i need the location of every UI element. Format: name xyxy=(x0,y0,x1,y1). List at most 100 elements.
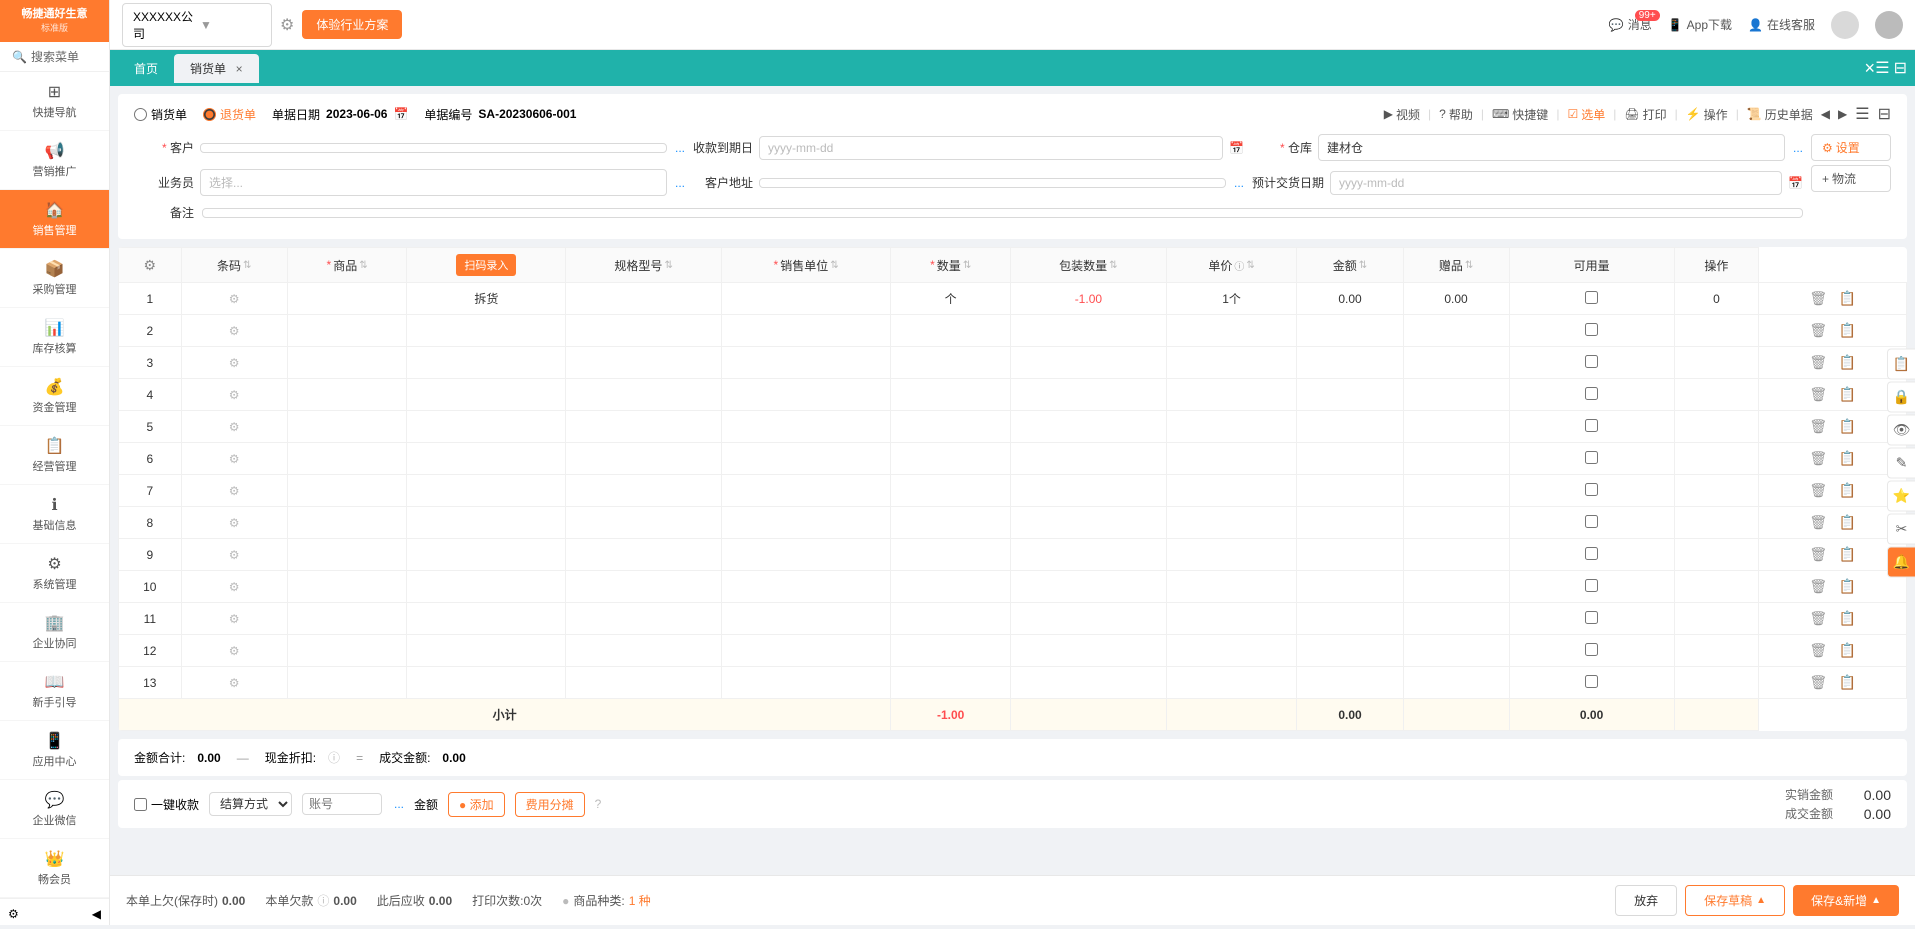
action-history[interactable]: 📜历史单据 xyxy=(1747,106,1813,123)
cell-spec[interactable] xyxy=(721,667,890,699)
nav-next-icon[interactable]: ▶ xyxy=(1838,107,1847,121)
cell-product[interactable] xyxy=(407,443,566,475)
cell-barcode[interactable] xyxy=(287,379,407,411)
cell-qty[interactable] xyxy=(1011,507,1167,539)
cell-gift[interactable] xyxy=(1509,379,1674,411)
action-print[interactable]: 🖨打印 xyxy=(1624,106,1666,123)
cell-unit[interactable] xyxy=(891,635,1011,667)
sidebar-item-wechat[interactable]: 💬 企业微信 xyxy=(0,780,109,839)
customer-input[interactable] xyxy=(200,143,667,153)
cell-gift[interactable] xyxy=(1509,475,1674,507)
gift-checkbox[interactable] xyxy=(1585,515,1598,528)
sidebar-item-operation[interactable]: 📋 经营管理 xyxy=(0,426,109,485)
cell-barcode[interactable] xyxy=(287,603,407,635)
cell-unit[interactable] xyxy=(891,443,1011,475)
cell-gift[interactable] xyxy=(1509,539,1674,571)
radio-input-return[interactable] xyxy=(203,108,216,121)
customer-addr-dots-btn[interactable]: ... xyxy=(1234,176,1244,190)
settings-gear-button[interactable]: ⚙ xyxy=(280,15,294,35)
table-scroll[interactable]: ⚙ 条码⇅ *商品⇅ 扫码录入 规格型号⇅ *销售单位⇅ *数量⇅ 包装数量⇅ … xyxy=(118,247,1907,731)
cell-barcode[interactable] xyxy=(287,539,407,571)
cell-pkg-qty[interactable] xyxy=(1166,379,1297,411)
copy-row-btn[interactable]: 📋 xyxy=(1834,608,1859,629)
view-list-icon[interactable]: ☰ xyxy=(1875,58,1889,78)
delete-row-btn[interactable]: 🗑 xyxy=(1805,416,1831,437)
row-config-icon[interactable]: ⚙ xyxy=(229,548,240,562)
customer-addr-input[interactable] xyxy=(759,178,1226,188)
discount-info-icon[interactable]: ⓘ xyxy=(328,749,340,766)
gift-checkbox[interactable] xyxy=(1585,323,1598,336)
list-view-icon[interactable]: ☰ xyxy=(1855,104,1869,124)
cell-barcode[interactable] xyxy=(287,571,407,603)
gift-checkbox[interactable] xyxy=(1585,611,1598,624)
cell-pkg-qty[interactable] xyxy=(1166,443,1297,475)
cell-gift[interactable] xyxy=(1509,571,1674,603)
row-config-icon[interactable]: ⚙ xyxy=(229,324,240,338)
cell-product[interactable] xyxy=(407,379,566,411)
row-config-icon[interactable]: ⚙ xyxy=(229,292,240,306)
cell-barcode[interactable] xyxy=(287,667,407,699)
delete-row-btn[interactable]: 🗑 xyxy=(1805,480,1831,501)
cell-gift[interactable] xyxy=(1509,667,1674,699)
float-btn-2[interactable]: 🔒 xyxy=(1887,381,1915,412)
user-avatar[interactable] xyxy=(1831,11,1859,39)
cell-qty[interactable] xyxy=(1011,635,1167,667)
expected-date-calendar-icon[interactable]: 📅 xyxy=(1788,176,1803,190)
cell-spec[interactable] xyxy=(721,507,890,539)
gift-checkbox[interactable] xyxy=(1585,547,1598,560)
salesperson-dots-btn[interactable]: ... xyxy=(675,176,685,190)
delete-row-btn[interactable]: 🗑 xyxy=(1805,640,1831,661)
cell-amount[interactable] xyxy=(1403,379,1509,411)
gift-checkbox[interactable] xyxy=(1585,483,1598,496)
cell-gift[interactable] xyxy=(1509,507,1674,539)
cell-product[interactable] xyxy=(407,667,566,699)
row-config-icon[interactable]: ⚙ xyxy=(229,580,240,594)
expected-date-input[interactable]: yyyy-mm-dd xyxy=(1330,171,1782,195)
warehouse-dots-btn[interactable]: ... xyxy=(1793,141,1803,155)
float-btn-7[interactable]: 🔔 xyxy=(1887,546,1915,577)
close-all-tabs-icon[interactable]: × xyxy=(1864,58,1875,79)
discard-button[interactable]: 放弃 xyxy=(1615,885,1677,916)
copy-row-btn[interactable]: 📋 xyxy=(1834,352,1859,373)
cell-spec[interactable] xyxy=(721,635,890,667)
cell-pkg-qty[interactable] xyxy=(1166,315,1297,347)
save-new-button[interactable]: 保存&新增 ▲ xyxy=(1793,885,1899,916)
message-button[interactable]: 💬 消息 99+ xyxy=(1609,16,1652,33)
user-avatar2[interactable] xyxy=(1875,11,1903,39)
float-btn-4[interactable]: ✎ xyxy=(1887,447,1915,478)
config-icon[interactable]: ⚙ xyxy=(144,257,157,273)
cell-spec[interactable] xyxy=(721,379,890,411)
add-payment-btn[interactable]: ● 添加 xyxy=(448,792,505,817)
gift-checkbox[interactable] xyxy=(1585,355,1598,368)
cell-unit-price[interactable] xyxy=(1297,571,1403,603)
action-operation[interactable]: ⚡操作 xyxy=(1686,106,1728,123)
cell-pkg-qty[interactable] xyxy=(1166,475,1297,507)
copy-row-btn[interactable]: 📋 xyxy=(1834,512,1859,533)
radio-input-sale[interactable] xyxy=(134,108,147,121)
cell-amount[interactable] xyxy=(1403,539,1509,571)
cell-amount[interactable] xyxy=(1403,571,1509,603)
cell-qty[interactable] xyxy=(1011,443,1167,475)
cell-gift[interactable] xyxy=(1509,315,1674,347)
cell-unit-price[interactable] xyxy=(1297,411,1403,443)
cell-spec[interactable] xyxy=(721,603,890,635)
cell-unit-price[interactable] xyxy=(1297,539,1403,571)
cell-pkg-qty[interactable] xyxy=(1166,603,1297,635)
delete-row-btn[interactable]: 🗑 xyxy=(1805,576,1831,597)
sidebar-item-apps[interactable]: 📱 应用中心 xyxy=(0,721,109,780)
cell-barcode[interactable] xyxy=(287,475,407,507)
cell-spec[interactable] xyxy=(721,315,890,347)
app-download-button[interactable]: 📱 App下载 xyxy=(1668,16,1732,33)
cell-product[interactable] xyxy=(407,635,566,667)
cell-barcode[interactable] xyxy=(287,347,407,379)
sidebar-item-system[interactable]: ⚙ 系统管理 xyxy=(0,544,109,603)
salesperson-input[interactable]: 选择... xyxy=(200,169,667,196)
copy-row-btn[interactable]: 📋 xyxy=(1834,384,1859,405)
delete-row-btn[interactable]: 🗑 xyxy=(1805,288,1831,309)
cell-qty[interactable] xyxy=(1011,315,1167,347)
copy-row-btn[interactable]: 📋 xyxy=(1834,640,1859,661)
cell-spec[interactable] xyxy=(721,443,890,475)
copy-row-btn[interactable]: 📋 xyxy=(1834,320,1859,341)
unit-price-info-icon[interactable]: ⓘ xyxy=(1234,258,1244,273)
cell-unit-price[interactable] xyxy=(1297,443,1403,475)
